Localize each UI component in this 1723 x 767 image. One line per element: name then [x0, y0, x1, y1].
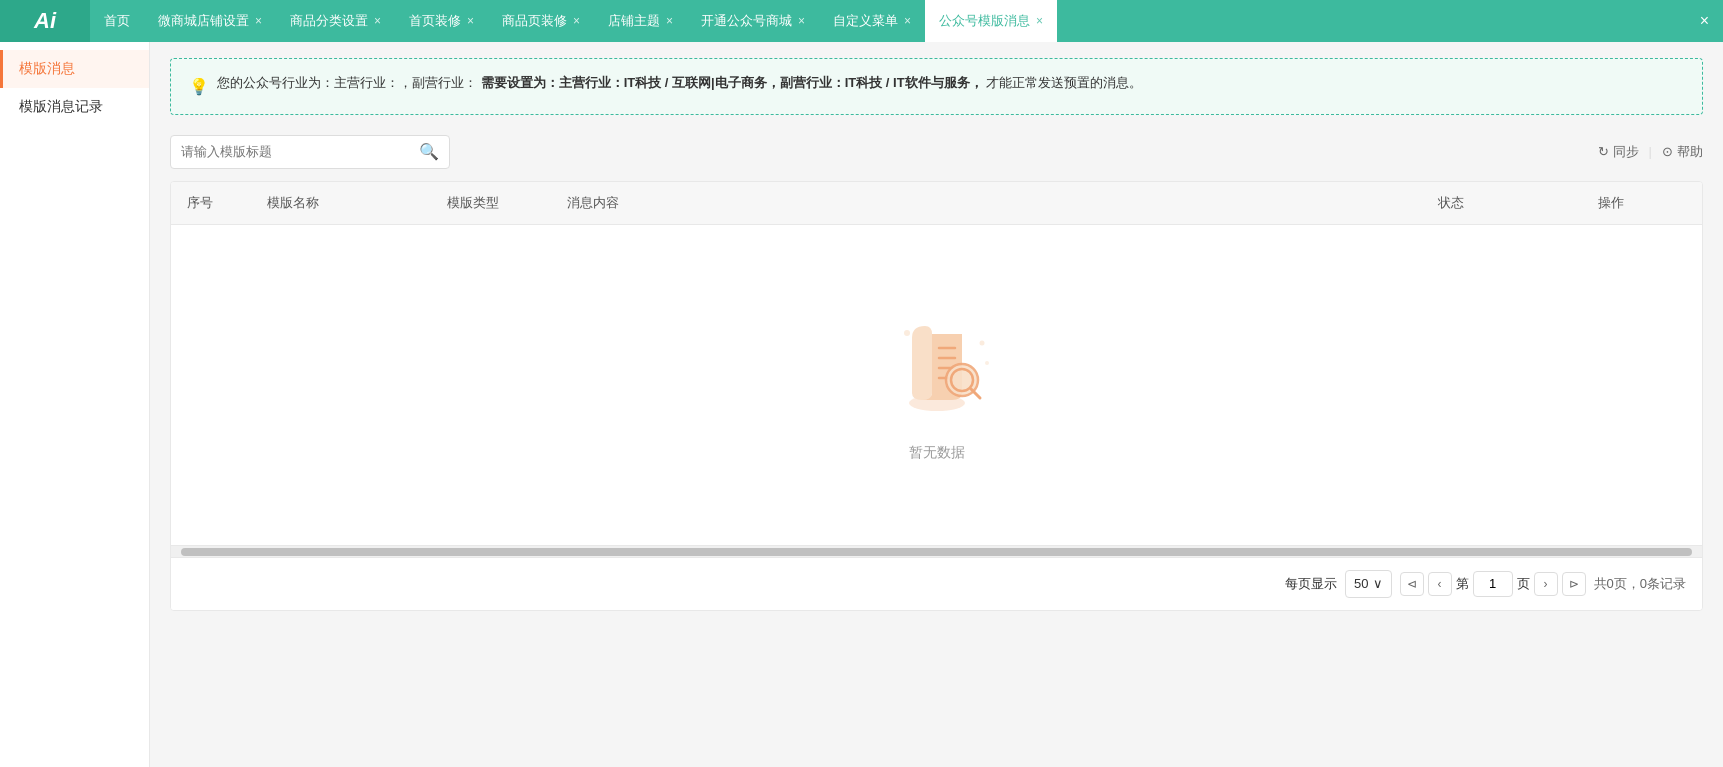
nav-tab-theme[interactable]: 店铺主题 × — [594, 0, 687, 42]
scrollbar-area[interactable] — [171, 545, 1702, 557]
first-page-button[interactable]: ⊲ — [1400, 572, 1424, 596]
tab-close-button[interactable]: × — [255, 15, 262, 27]
tab-close-button[interactable]: × — [374, 15, 381, 27]
page-size-label: 每页显示 — [1285, 575, 1337, 593]
sync-label: 同步 — [1613, 143, 1639, 161]
help-label: 帮助 — [1677, 143, 1703, 161]
nav-tab-label: 商品页装修 — [502, 12, 567, 30]
toolbar: 🔍 ↻ 同步 | ⊙ 帮助 — [170, 135, 1703, 169]
tab-close-button[interactable]: × — [798, 15, 805, 27]
sidebar-item-template-msg-log[interactable]: 模版消息记录 — [0, 88, 149, 126]
page-number-input[interactable] — [1473, 571, 1513, 597]
nav-tab-home[interactable]: 首页 — [90, 0, 144, 42]
logo-text: Ai — [34, 8, 56, 34]
close-all-button[interactable]: × — [1686, 12, 1723, 30]
nav-tab-category[interactable]: 商品分类设置 × — [276, 0, 395, 42]
chevron-down-icon: ∨ — [1373, 576, 1383, 591]
table-col-actions: 操作 — [1582, 182, 1702, 224]
next-page-button[interactable]: › — [1534, 572, 1558, 596]
page-size-select[interactable]: 50 ∨ — [1345, 570, 1391, 598]
svg-point-8 — [904, 330, 910, 336]
table-header: 序号模版名称模版类型消息内容状态操作 — [171, 182, 1702, 225]
sidebar: 模版消息模版消息记录 — [0, 42, 150, 767]
top-nav: Ai 首页微商城店铺设置×商品分类设置×首页装修×商品页装修×店铺主题×开通公众… — [0, 0, 1723, 42]
table-col-content: 消息内容 — [551, 182, 1422, 224]
nav-tab-label: 店铺主题 — [608, 12, 660, 30]
notice-text: 您的公众号行业为：主营行业：，副营行业： 需要设置为：主营行业：IT科技 / 互… — [217, 73, 1142, 94]
nav-tab-label: 开通公众号商城 — [701, 12, 792, 30]
logo: Ai — [0, 0, 90, 42]
empty-illustration — [877, 308, 997, 428]
help-icon: ⊙ — [1662, 144, 1673, 159]
nav-tab-label: 公众号模版消息 — [939, 12, 1030, 30]
nav-tab-weshop[interactable]: 微商城店铺设置 × — [144, 0, 276, 42]
nav-tab-homepage[interactable]: 首页装修 × — [395, 0, 488, 42]
sidebar-item-template-msg[interactable]: 模版消息 — [0, 50, 149, 88]
tab-close-button[interactable]: × — [904, 15, 911, 27]
nav-tabs: 首页微商城店铺设置×商品分类设置×首页装修×商品页装修×店铺主题×开通公众号商城… — [90, 0, 1686, 42]
svg-point-9 — [979, 340, 984, 345]
table-col-type: 模版类型 — [431, 182, 551, 224]
page-unit: 页 — [1517, 575, 1530, 593]
empty-state: 暂无数据 — [877, 268, 997, 502]
notice-icon: 💡 — [189, 74, 209, 100]
help-button[interactable]: ⊙ 帮助 — [1662, 143, 1703, 161]
nav-tab-label: 首页装修 — [409, 12, 461, 30]
nav-tab-templatemsg[interactable]: 公众号模版消息 × — [925, 0, 1057, 42]
nav-tab-label: 自定义菜单 — [833, 12, 898, 30]
tab-close-button[interactable]: × — [467, 15, 474, 27]
last-page-button[interactable]: ⊳ — [1562, 572, 1586, 596]
table-body: 暂无数据 — [171, 225, 1702, 545]
notice-suffix: 才能正常发送预置的消息。 — [986, 75, 1142, 90]
notice-highlight: 需要设置为：主营行业：IT科技 / 互联网|电子商务，副营行业：IT科技 / I… — [481, 75, 983, 90]
search-box: 🔍 — [170, 135, 450, 169]
notice-prefix: 您的公众号行业为：主营行业：，副营行业： — [217, 75, 477, 90]
tab-close-button[interactable]: × — [1036, 15, 1043, 27]
nav-tab-label: 首页 — [104, 12, 130, 30]
scrollbar-thumb[interactable] — [181, 548, 1692, 556]
svg-point-10 — [985, 361, 989, 365]
tab-close-button[interactable]: × — [573, 15, 580, 27]
nav-tab-label: 商品分类设置 — [290, 12, 368, 30]
notice-banner: 💡 您的公众号行业为：主营行业：，副营行业： 需要设置为：主营行业：IT科技 /… — [170, 58, 1703, 115]
main-layout: 模版消息模版消息记录 💡 您的公众号行业为：主营行业：，副营行业： 需要设置为：… — [0, 42, 1723, 767]
nav-tab-productpage[interactable]: 商品页装修 × — [488, 0, 594, 42]
table-col-name: 模版名称 — [251, 182, 431, 224]
data-table: 序号模版名称模版类型消息内容状态操作 — [170, 181, 1703, 611]
content-area: 💡 您的公众号行业为：主营行业：，副营行业： 需要设置为：主营行业：IT科技 /… — [150, 42, 1723, 767]
toolbar-actions: ↻ 同步 | ⊙ 帮助 — [1598, 143, 1703, 161]
page-total: 共0页，0条记录 — [1594, 575, 1686, 593]
page-word: 第 — [1456, 575, 1469, 593]
sync-icon: ↻ — [1598, 144, 1609, 159]
pagination: 每页显示 50 ∨ ⊲ ‹ 第 页 › ⊳ 共0页，0条记录 — [171, 557, 1702, 610]
sync-button[interactable]: ↻ 同步 — [1598, 143, 1639, 161]
tab-close-button[interactable]: × — [666, 15, 673, 27]
table-col-status: 状态 — [1422, 182, 1582, 224]
search-icon[interactable]: 🔍 — [419, 142, 439, 161]
prev-page-button[interactable]: ‹ — [1428, 572, 1452, 596]
nav-tab-mall[interactable]: 开通公众号商城 × — [687, 0, 819, 42]
search-input[interactable] — [181, 144, 419, 159]
page-nav: ⊲ ‹ 第 页 › ⊳ — [1400, 571, 1586, 597]
divider: | — [1649, 144, 1652, 159]
nav-tab-label: 微商城店铺设置 — [158, 12, 249, 30]
empty-text: 暂无数据 — [909, 444, 965, 462]
nav-tab-custommenu[interactable]: 自定义菜单 × — [819, 0, 925, 42]
table-col-index: 序号 — [171, 182, 251, 224]
page-size-value: 50 — [1354, 576, 1368, 591]
